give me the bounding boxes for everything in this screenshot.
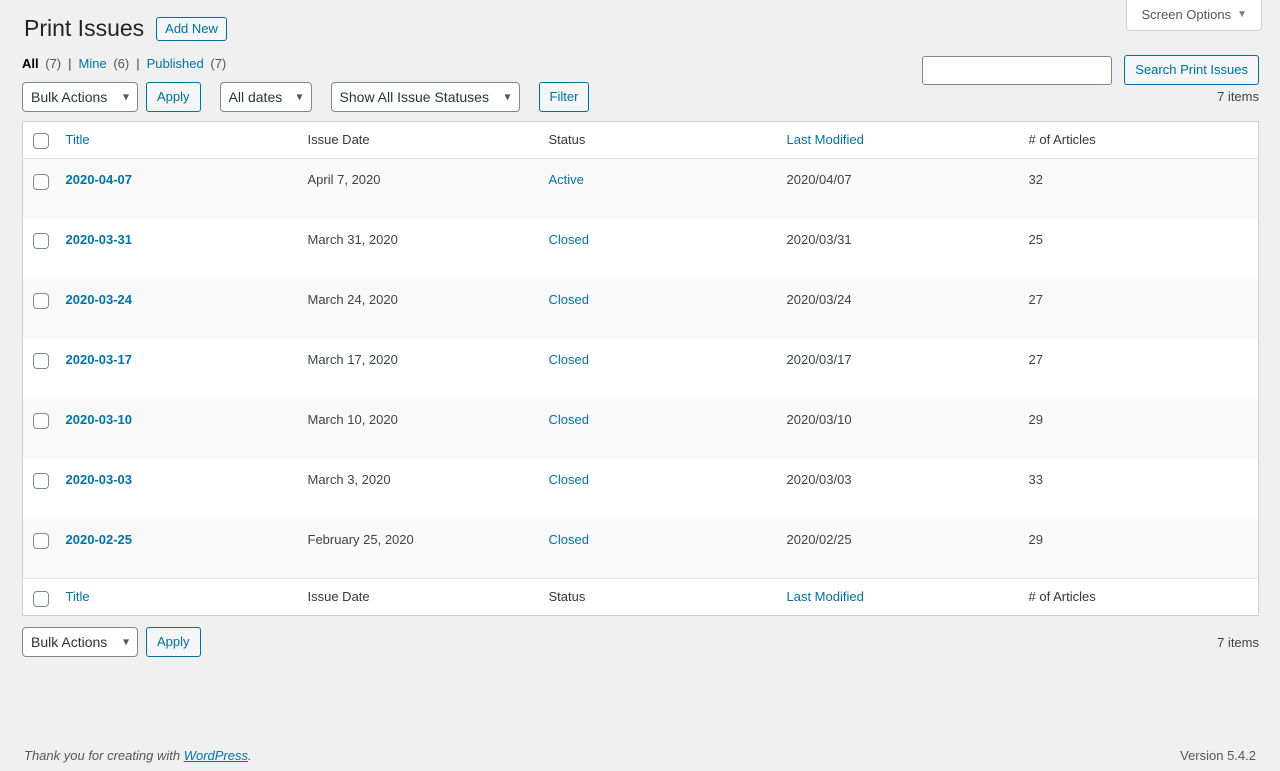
articles-count-cell: 27	[1028, 351, 1043, 367]
table-row: 2020-04-07 April 7, 2020 Active 2020/04/…	[22, 158, 1259, 219]
last-modified-cell: 2020/03/17	[786, 351, 852, 367]
items-count: 7 items	[1217, 89, 1259, 105]
search-button[interactable]: Search Print Issues	[1124, 55, 1259, 85]
articles-count-cell: 29	[1028, 531, 1043, 547]
apply-button[interactable]: Apply	[146, 81, 201, 112]
articles-count-cell: 25	[1028, 231, 1043, 247]
last-modified-cell: 2020/04/07	[786, 172, 852, 188]
footer-version: Version 5.4.2	[1180, 748, 1256, 763]
table-row: 2020-03-17 March 17, 2020 Closed 2020/03…	[23, 339, 1259, 399]
issue-date-cell: March 3, 2020	[307, 471, 391, 487]
issue-status-link[interactable]: Active	[549, 172, 584, 187]
issue-date-cell: March 24, 2020	[307, 291, 398, 307]
issue-date-cell: March 10, 2020	[307, 411, 398, 427]
admin-footer: Thank you for creating with WordPress. V…	[24, 748, 1256, 763]
issue-title-link[interactable]: 2020-03-24	[66, 292, 133, 307]
table-row: 2020-03-24 March 24, 2020 Closed 2020/03…	[22, 278, 1259, 339]
table-row: 2020-03-03 March 3, 2020 Closed 2020/03/…	[23, 459, 1259, 519]
last-modified-cell: 2020/03/31	[786, 231, 852, 247]
bulk-actions-select[interactable]: Bulk Actions	[22, 81, 138, 112]
wordpress-link[interactable]: WordPress	[184, 748, 248, 763]
articles-column-header: # of Articles	[1028, 131, 1096, 147]
status-column-header: Status	[548, 589, 586, 605]
table-header-row: Title Issue Date Status Last Modified # …	[22, 121, 1259, 159]
add-new-button[interactable]: Add New	[156, 16, 227, 41]
issue-title-link[interactable]: 2020-03-03	[66, 472, 133, 487]
tablenav-top: Bulk Actions ▾ Apply All dates ▾ Show Al…	[22, 81, 1259, 112]
sort-by-last-modified-link[interactable]: Last Modified	[787, 589, 864, 604]
issue-status-link[interactable]: Closed	[549, 532, 589, 547]
view-filter-all[interactable]: All (7)	[22, 56, 61, 71]
table-row: 2020-03-31 March 31, 2020 Closed 2020/03…	[23, 219, 1259, 279]
tablenav-bottom: Bulk Actions ▾ Apply 7 items	[22, 627, 1259, 658]
bulk-actions-select[interactable]: Bulk Actions	[22, 627, 138, 658]
sort-by-title-link[interactable]: Title	[66, 589, 90, 604]
select-all-checkbox[interactable]	[33, 590, 49, 607]
issue-title-link[interactable]: 2020-03-31	[66, 232, 133, 247]
issue-date-column-header: Issue Date	[307, 589, 370, 605]
search-input[interactable]	[922, 55, 1113, 85]
articles-count-cell: 29	[1028, 411, 1043, 427]
page-title: Print Issues	[24, 15, 145, 41]
status-column-header: Status	[548, 131, 586, 147]
view-filter-published[interactable]: Published (7)	[147, 56, 227, 71]
issue-date-cell: March 17, 2020	[307, 351, 398, 367]
issue-status-link[interactable]: Closed	[549, 292, 589, 307]
view-filter-mine[interactable]: Mine (6)	[79, 56, 130, 71]
issue-title-link[interactable]: 2020-03-10	[66, 412, 133, 427]
last-modified-cell: 2020/03/03	[786, 471, 852, 487]
issue-title-link[interactable]: 2020-04-07	[66, 172, 133, 187]
row-checkbox[interactable]	[33, 413, 49, 430]
issue-date-cell: February 25, 2020	[307, 531, 414, 547]
issue-date-cell: March 31, 2020	[307, 231, 398, 247]
issue-status-filter-select[interactable]: Show All Issue Statuses	[330, 81, 520, 112]
row-checkbox[interactable]	[33, 533, 49, 550]
articles-count-cell: 33	[1028, 471, 1043, 487]
table-row: 2020-03-10 March 10, 2020 Closed 2020/03…	[22, 398, 1259, 459]
issue-status-link[interactable]: Closed	[549, 412, 589, 427]
last-modified-cell: 2020/03/24	[786, 291, 852, 307]
dates-filter-select[interactable]: All dates	[219, 81, 312, 112]
last-modified-cell: 2020/03/10	[786, 411, 852, 427]
select-all-checkbox[interactable]	[33, 133, 49, 150]
row-checkbox[interactable]	[33, 173, 49, 190]
row-checkbox[interactable]	[33, 233, 49, 250]
search-box: Search Print Issues	[922, 55, 1259, 85]
issue-status-link[interactable]: Closed	[549, 232, 589, 247]
sort-by-title-link[interactable]: Title	[66, 132, 90, 147]
print-issues-page: Print Issues Add New Search Print Issues…	[0, 0, 1280, 658]
issue-date-cell: April 7, 2020	[307, 172, 381, 188]
row-checkbox[interactable]	[33, 473, 49, 490]
row-checkbox[interactable]	[33, 353, 49, 370]
last-modified-cell: 2020/02/25	[786, 531, 852, 547]
items-count: 7 items	[1217, 634, 1259, 650]
issue-status-link[interactable]: Closed	[549, 472, 589, 487]
articles-count-cell: 27	[1028, 291, 1043, 307]
articles-column-header: # of Articles	[1028, 589, 1096, 605]
articles-count-cell: 32	[1028, 172, 1043, 188]
issue-status-link[interactable]: Closed	[549, 352, 589, 367]
issue-title-link[interactable]: 2020-02-25	[66, 532, 133, 547]
sort-by-last-modified-link[interactable]: Last Modified	[787, 132, 864, 147]
issue-title-link[interactable]: 2020-03-17	[66, 352, 133, 367]
print-issues-table: Title Issue Date Status Last Modified # …	[22, 120, 1259, 617]
filter-button[interactable]: Filter	[538, 81, 590, 112]
footer-thanks-text: Thank you for creating with WordPress.	[24, 748, 252, 763]
issues-table-body: 2020-04-07 April 7, 2020 Active 2020/04/…	[22, 158, 1259, 579]
table-row: 2020-02-25 February 25, 2020 Closed 2020…	[22, 518, 1259, 579]
issue-date-column-header: Issue Date	[307, 131, 370, 147]
row-checkbox[interactable]	[33, 293, 49, 310]
table-footer-row: Title Issue Date Status Last Modified # …	[22, 578, 1259, 616]
apply-button[interactable]: Apply	[146, 627, 201, 658]
